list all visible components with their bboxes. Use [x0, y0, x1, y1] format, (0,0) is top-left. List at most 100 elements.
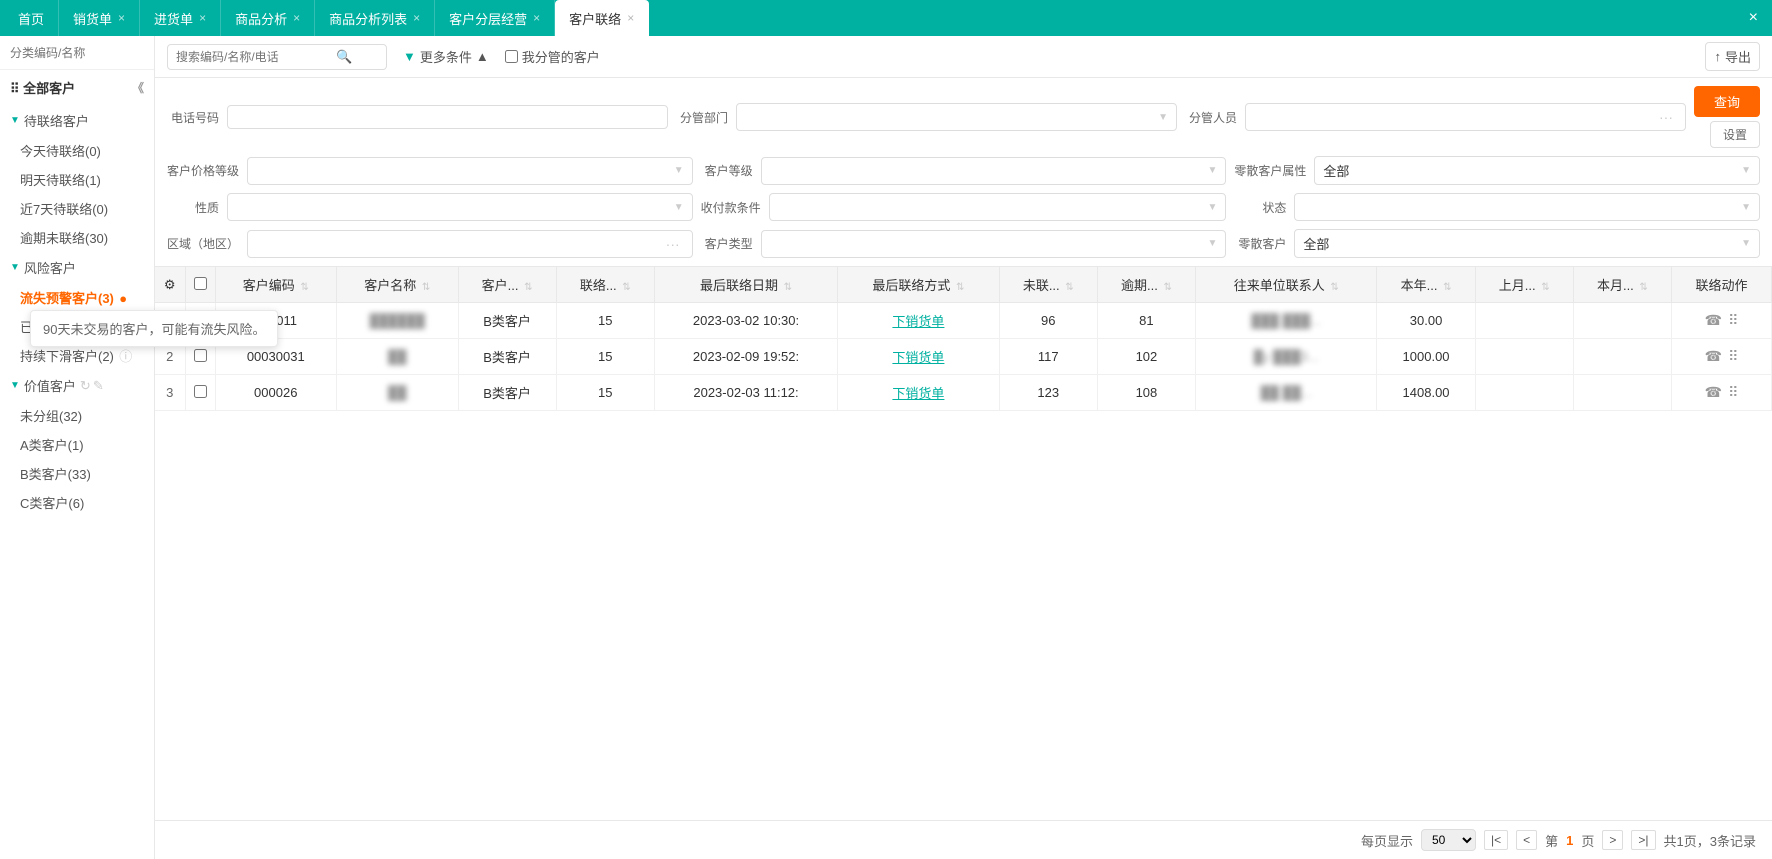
per-page-select[interactable]: 50 100 200 — [1421, 829, 1476, 851]
filter-gender-select[interactable]: ▼ — [227, 193, 693, 221]
sidebar-item-b-class[interactable]: B类客户(33) — [0, 459, 154, 488]
last-date-sort-icon[interactable]: ⇅ — [784, 282, 792, 293]
th-checkbox[interactable] — [185, 267, 215, 303]
filter-gender-field: 性质 ▼ — [167, 193, 693, 221]
filter-zero-attr-select[interactable]: 全部 ▼ — [1314, 156, 1760, 185]
tab-home[interactable]: 首页 — [4, 0, 59, 36]
main-layout: 🔍 ⠿ 全部客户 《 ▼ 待联络客户 今天待联络(0) 明天待联络(1) 近7天… — [0, 36, 1772, 859]
tab-customer-tier-close[interactable]: × — [533, 11, 540, 25]
last-method-sort-icon[interactable]: ⇅ — [956, 282, 964, 293]
region-more-icon[interactable]: ··· — [662, 236, 684, 252]
row-checkbox-2[interactable] — [194, 349, 207, 362]
sidebar-value-refresh[interactable]: ↻ — [80, 378, 91, 394]
tab-analysis-list[interactable]: 商品分析列表 × — [315, 0, 435, 36]
unit-contact-sort-icon[interactable]: ⇅ — [1330, 282, 1338, 293]
prev-page-btn[interactable]: < — [1516, 830, 1537, 850]
tab-purchase[interactable]: 进货单 × — [140, 0, 221, 36]
td-this-year-2: 1000.00 — [1377, 339, 1475, 375]
status-arrow-icon: ▼ — [1741, 202, 1751, 213]
filter-manager-select[interactable]: ··· — [1245, 103, 1686, 131]
sidebar-search-input[interactable] — [10, 46, 155, 60]
zero-cust-arrow-icon: ▼ — [1741, 238, 1751, 249]
tab-customer-tier[interactable]: 客户分层经营 × — [435, 0, 555, 36]
filter-cust-grade-select[interactable]: ▼ — [761, 157, 1227, 185]
grade-sort-icon[interactable]: ⇅ — [524, 282, 532, 293]
filter-dept-select[interactable]: ▼ — [736, 103, 1177, 131]
search-icon[interactable]: 🔍 — [336, 49, 352, 65]
filter-payment-select[interactable]: ▼ — [769, 193, 1227, 221]
more-action-icon-1[interactable]: ⠿ — [1728, 312, 1738, 329]
overdue-sort-icon[interactable]: ⇅ — [1163, 282, 1171, 293]
td-overdue-2: 102 — [1097, 339, 1195, 375]
td-last-method-3[interactable]: 下销货单 — [838, 375, 999, 411]
export-btn[interactable]: ↑ 导出 — [1705, 42, 1760, 71]
filter-status-label: 状态 — [1234, 199, 1294, 216]
filter-zero-cust-select[interactable]: 全部 ▼ — [1294, 229, 1760, 258]
sidebar-item-churn-risk[interactable]: 流失预警客户(3) ● — [0, 283, 154, 312]
tab-purchase-close[interactable]: × — [199, 11, 206, 25]
td-check-3[interactable] — [185, 375, 215, 411]
td-last-method-1[interactable]: 下销货单 — [838, 303, 999, 339]
more-conditions-btn[interactable]: ▼ 更多条件 ▲ — [395, 43, 497, 70]
sidebar-item-7days[interactable]: 近7天待联络(0) — [0, 194, 154, 223]
filter-region-select[interactable]: ··· — [247, 230, 693, 258]
sidebar-risk-label: 风险客户 — [24, 258, 76, 277]
query-btn[interactable]: 查询 — [1694, 86, 1760, 117]
sidebar-item-c-class[interactable]: C类客户(6) — [0, 488, 154, 517]
filter-phone-label: 电话号码 — [167, 109, 227, 126]
this-year-sort-icon[interactable]: ⇅ — [1443, 282, 1451, 293]
tab-close-all[interactable]: × — [1739, 9, 1768, 27]
sidebar-item-today[interactable]: 今天待联络(0) — [0, 136, 154, 165]
th-action: 联络动作 — [1671, 267, 1771, 303]
setting-btn[interactable]: 设置 — [1710, 121, 1760, 148]
tab-sales-close[interactable]: × — [118, 11, 125, 25]
tab-analysis-close[interactable]: × — [293, 11, 300, 25]
sidebar-all-customers[interactable]: ⠿ 全部客户 《 — [0, 70, 154, 105]
sidebar-section-value[interactable]: ▼ 价值客户 ↻ ✎ — [0, 370, 154, 401]
filter-cust-type-select[interactable]: ▼ — [761, 230, 1227, 258]
tab-customer-tier-label: 客户分层经营 — [449, 9, 527, 28]
sidebar-item-tomorrow[interactable]: 明天待联络(1) — [0, 165, 154, 194]
first-page-btn[interactable]: |< — [1484, 830, 1508, 850]
sidebar-collapse-icon[interactable]: 《 — [132, 79, 144, 96]
my-customers-checkbox[interactable] — [505, 50, 518, 63]
last-page-btn[interactable]: >| — [1631, 830, 1655, 850]
sidebar-section-risk[interactable]: ▼ 风险客户 — [0, 252, 154, 283]
td-code-3: 000026 — [215, 375, 337, 411]
filter-phone-input[interactable] — [227, 105, 668, 129]
manager-more-icon[interactable]: ··· — [1655, 109, 1677, 125]
this-month-sort-icon[interactable]: ⇅ — [1639, 282, 1647, 293]
last-month-sort-icon[interactable]: ⇅ — [1541, 282, 1549, 293]
code-sort-icon[interactable]: ⇅ — [300, 282, 308, 293]
sidebar-section-pending[interactable]: ▼ 待联络客户 — [0, 105, 154, 136]
phone-icon-1[interactable]: ☎ — [1705, 312, 1722, 329]
more-action-icon-3[interactable]: ⠿ — [1728, 384, 1738, 401]
filter-price-grade-select[interactable]: ▼ — [247, 157, 693, 185]
phone-icon-2[interactable]: ☎ — [1705, 348, 1722, 365]
sidebar-item-overdue[interactable]: 逾期未联络(30) — [0, 223, 154, 252]
next-page-btn[interactable]: > — [1602, 830, 1623, 850]
sidebar-value-edit[interactable]: ✎ — [93, 378, 104, 394]
search-input[interactable] — [176, 50, 336, 64]
tab-customer-link-close[interactable]: × — [627, 11, 634, 25]
tab-sales[interactable]: 销货单 × — [59, 0, 140, 36]
my-customers-filter[interactable]: 我分管的客户 — [505, 47, 600, 66]
name-sort-icon[interactable]: ⇅ — [422, 282, 430, 293]
filter-status-select[interactable]: ▼ — [1294, 193, 1760, 221]
filter-manager-label: 分管人员 — [1185, 109, 1245, 126]
tab-analysis[interactable]: 商品分析 × — [221, 0, 315, 36]
tab-analysis-list-close[interactable]: × — [413, 11, 420, 25]
filter-status-field: 状态 ▼ — [1234, 193, 1760, 221]
sidebar-item-ungroup[interactable]: 未分组(32) — [0, 401, 154, 430]
tab-customer-link[interactable]: 客户联络 × — [555, 0, 649, 36]
more-action-icon-2[interactable]: ⠿ — [1728, 348, 1738, 365]
row-checkbox-3[interactable] — [194, 385, 207, 398]
th-gear[interactable]: ⚙ — [155, 267, 185, 303]
phone-icon-3[interactable]: ☎ — [1705, 384, 1722, 401]
th-name: 客户名称 ⇅ — [337, 267, 459, 303]
td-last-method-2[interactable]: 下销货单 — [838, 339, 999, 375]
select-all-checkbox[interactable] — [194, 277, 207, 290]
sidebar-item-a-class[interactable]: A类客户(1) — [0, 430, 154, 459]
no-contact-sort-icon[interactable]: ⇅ — [1065, 282, 1073, 293]
contact-sort-icon[interactable]: ⇅ — [622, 282, 630, 293]
